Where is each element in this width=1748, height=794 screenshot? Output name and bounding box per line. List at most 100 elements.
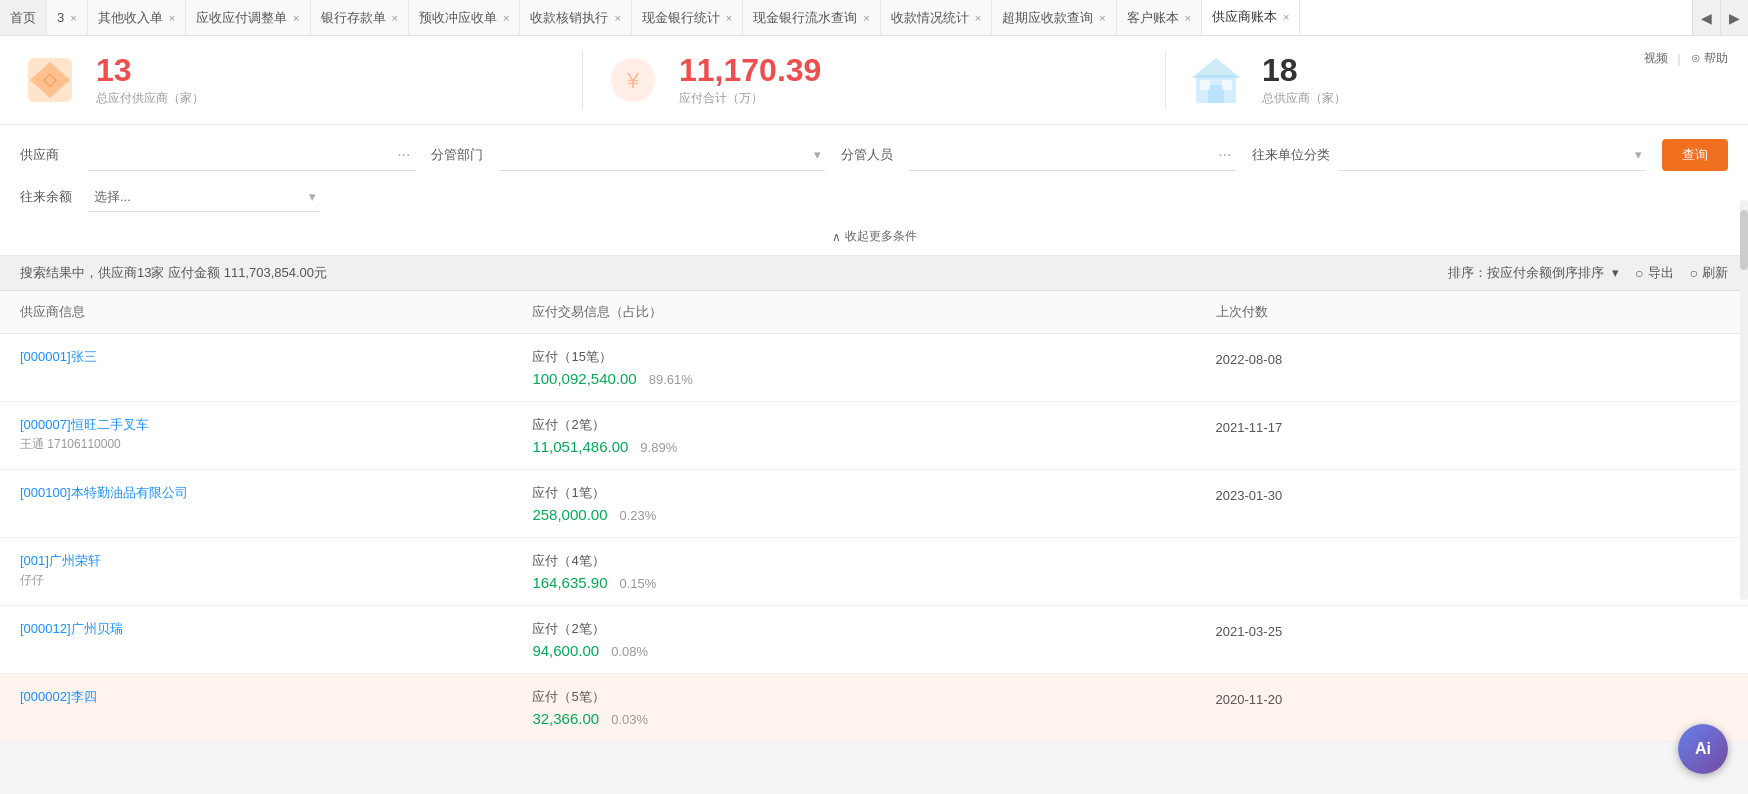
filter-supplier: 供应商 ···: [20, 140, 415, 171]
nav-tab-advance-collect[interactable]: 预收冲应收单×: [409, 0, 520, 36]
sort-label: 排序：按应付余额倒序排序 ▾: [1448, 264, 1619, 282]
last-pay-cell-1: 2021-11-17: [1216, 416, 1728, 435]
collapse-label: 收起更多条件: [845, 228, 917, 245]
nav-tab-collect-stat[interactable]: 收款情况统计×: [881, 0, 992, 36]
nav-tab-bank-deposit[interactable]: 银行存款单×: [311, 0, 409, 36]
nav-tab-payable-adjust[interactable]: 应收应付调整单×: [186, 0, 310, 36]
stat3-label: 总供应商（家）: [1262, 90, 1346, 107]
nav-next-arrow[interactable]: ▶: [1720, 0, 1748, 36]
stat-divider-2: [1165, 50, 1166, 110]
trans-label-2: 应付（1笔）: [532, 484, 1215, 502]
svg-text:¥: ¥: [626, 68, 640, 93]
supplier-cell-5: [000002]李四: [20, 688, 532, 706]
transaction-cell-4: 应付（2笔）94,600.000.08%: [532, 620, 1215, 659]
trans-pct-2: 0.23%: [619, 508, 656, 523]
close-tab-collect-verify-icon[interactable]: ×: [614, 12, 620, 24]
trans-amount-3: 164,635.90: [532, 574, 607, 591]
person-filter-label: 分管人员: [841, 146, 901, 164]
results-actions: 排序：按应付余额倒序排序 ▾ ○ 导出 ○ 刷新: [1448, 264, 1728, 282]
supplier-cell-4: [000012]广州贝瑞: [20, 620, 532, 638]
filter-person: 分管人员 ···: [841, 140, 1236, 171]
filter-balance: 往来余额 选择... ▾: [20, 181, 320, 212]
stat2-label: 应付合计（万）: [679, 90, 821, 107]
close-tab-cash-bank-flow-icon[interactable]: ×: [863, 12, 869, 24]
nav-prev-arrow[interactable]: ◀: [1692, 0, 1720, 36]
supplier-dots-icon[interactable]: ···: [397, 146, 410, 164]
results-summary: 搜索结果中，供应商13家 应付金额 111,703,854.00元: [20, 264, 327, 282]
export-button[interactable]: ○ 导出: [1635, 264, 1673, 282]
category-select[interactable]: [1338, 140, 1647, 170]
dept-filter-label: 分管部门: [431, 146, 491, 164]
nav-tab-other-income[interactable]: 其他收入单×: [88, 0, 186, 36]
close-tab-supplier-account-icon[interactable]: ×: [1283, 11, 1289, 23]
transaction-cell-1: 应付（2笔）11,051,486.009.89%: [532, 416, 1215, 455]
person-dots-icon[interactable]: ···: [1218, 146, 1231, 164]
close-tab-bank-deposit-icon[interactable]: ×: [392, 12, 398, 24]
close-tab-collect-stat-icon[interactable]: ×: [975, 12, 981, 24]
help-link[interactable]: ⊙ 帮助: [1691, 50, 1728, 67]
table-row: [001]广州荣轩仔仔应付（4笔）164,635.900.15%: [0, 538, 1748, 606]
stat-divider-1: [582, 50, 583, 110]
close-tab-other-income-icon[interactable]: ×: [169, 12, 175, 24]
balance-select-wrapper: 选择... ▾: [88, 181, 320, 212]
trans-label-1: 应付（2笔）: [532, 416, 1215, 434]
supplier-link-2[interactable]: [000100]本特勤油品有限公司: [20, 485, 188, 500]
transaction-cell-0: 应付（15笔）100,092,540.0089.61%: [532, 348, 1215, 387]
supplier-link-1[interactable]: [000007]恒旺二手叉车: [20, 417, 149, 432]
trans-amount-4: 94,600.00: [532, 642, 599, 659]
person-input-wrapper: ···: [909, 140, 1236, 171]
nav-tab-tab3[interactable]: 3×: [47, 0, 88, 36]
supplier-link-5[interactable]: [000002]李四: [20, 689, 97, 704]
collapse-button[interactable]: ∧ 收起更多条件: [832, 228, 917, 245]
nav-tab-overdue-collect[interactable]: 超期应收款查询×: [992, 0, 1116, 36]
last-pay-cell-0: 2022-08-08: [1216, 348, 1728, 367]
close-tab-tab3-icon[interactable]: ×: [70, 12, 76, 24]
close-tab-overdue-collect-icon[interactable]: ×: [1099, 12, 1105, 24]
filter-row-2: 往来余额 选择... ▾: [20, 181, 320, 212]
close-tab-payable-adjust-icon[interactable]: ×: [293, 12, 299, 24]
sort-dropdown-arrow-icon[interactable]: ▾: [1612, 265, 1619, 280]
close-tab-cash-bank-stat-icon[interactable]: ×: [726, 12, 732, 24]
close-tab-advance-collect-icon[interactable]: ×: [503, 12, 509, 24]
balance-select[interactable]: 选择...: [88, 181, 320, 211]
trans-pct-5: 0.03%: [611, 712, 648, 727]
stat2-number: 11,170.39: [679, 54, 821, 86]
col-header-last-pay: 上次付数: [1216, 303, 1728, 321]
stat-total-suppliers: 18 总供应商（家）: [1186, 50, 1688, 110]
stats-header: ◇ 13 总应付供应商（家） ¥ 11,170.39 应付合计（万）: [0, 36, 1748, 125]
dept-select[interactable]: [499, 140, 826, 170]
scrollbar-thumb[interactable]: [1740, 210, 1748, 270]
nav-tab-supplier-account[interactable]: 供应商账本×: [1202, 0, 1300, 36]
svg-rect-7: [1208, 85, 1224, 103]
supplier-link-0[interactable]: [000001]张三: [20, 349, 97, 364]
nav-tab-collect-verify[interactable]: 收款核销执行×: [520, 0, 631, 36]
nav-tab-cash-bank-flow[interactable]: 现金银行流水查询×: [743, 0, 880, 36]
dept-select-wrapper: ▾: [499, 140, 826, 171]
export-icon: ○: [1635, 265, 1643, 281]
table-row: [000001]张三 应付（15笔）100,092,540.0089.61%202…: [0, 334, 1748, 402]
filter-section: 供应商 ··· 分管部门 ▾ 分管人员 ··· 往来单位分类: [0, 125, 1748, 256]
refresh-button[interactable]: ○ 刷新: [1690, 264, 1728, 282]
trans-label-4: 应付（2笔）: [532, 620, 1215, 638]
scrollbar-track[interactable]: [1740, 200, 1748, 600]
category-select-wrapper: ▾: [1338, 140, 1647, 171]
nav-tab-home[interactable]: 首页: [0, 0, 47, 36]
transaction-cell-5: 应付（5笔）32,366.000.03%: [532, 688, 1215, 727]
trans-label-5: 应付（5笔）: [532, 688, 1215, 706]
supplier-sub-1: 王通 17106110000: [20, 436, 532, 453]
nav-tab-cash-bank-stat[interactable]: 现金银行统计×: [632, 0, 743, 36]
trans-pct-0: 89.61%: [649, 372, 693, 387]
person-input[interactable]: [909, 140, 1236, 170]
close-tab-customer-account-icon[interactable]: ×: [1185, 12, 1191, 24]
nav-tab-customer-account[interactable]: 客户账本×: [1117, 0, 1202, 36]
query-button[interactable]: 查询: [1662, 139, 1728, 171]
table-row: [000007]恒旺二手叉车王通 17106110000应付（2笔）11,051…: [0, 402, 1748, 470]
supplier-link-4[interactable]: [000012]广州贝瑞: [20, 621, 123, 636]
supplier-link-3[interactable]: [001]广州荣轩: [20, 553, 101, 568]
supplier-cell-0: [000001]张三: [20, 348, 532, 366]
col-header-supplier: 供应商信息: [20, 303, 532, 321]
supplier-input[interactable]: [88, 140, 415, 170]
video-link[interactable]: 视频: [1644, 50, 1668, 67]
category-filter-label: 往来单位分类: [1252, 146, 1330, 164]
supplier-sub-3: 仔仔: [20, 572, 532, 589]
